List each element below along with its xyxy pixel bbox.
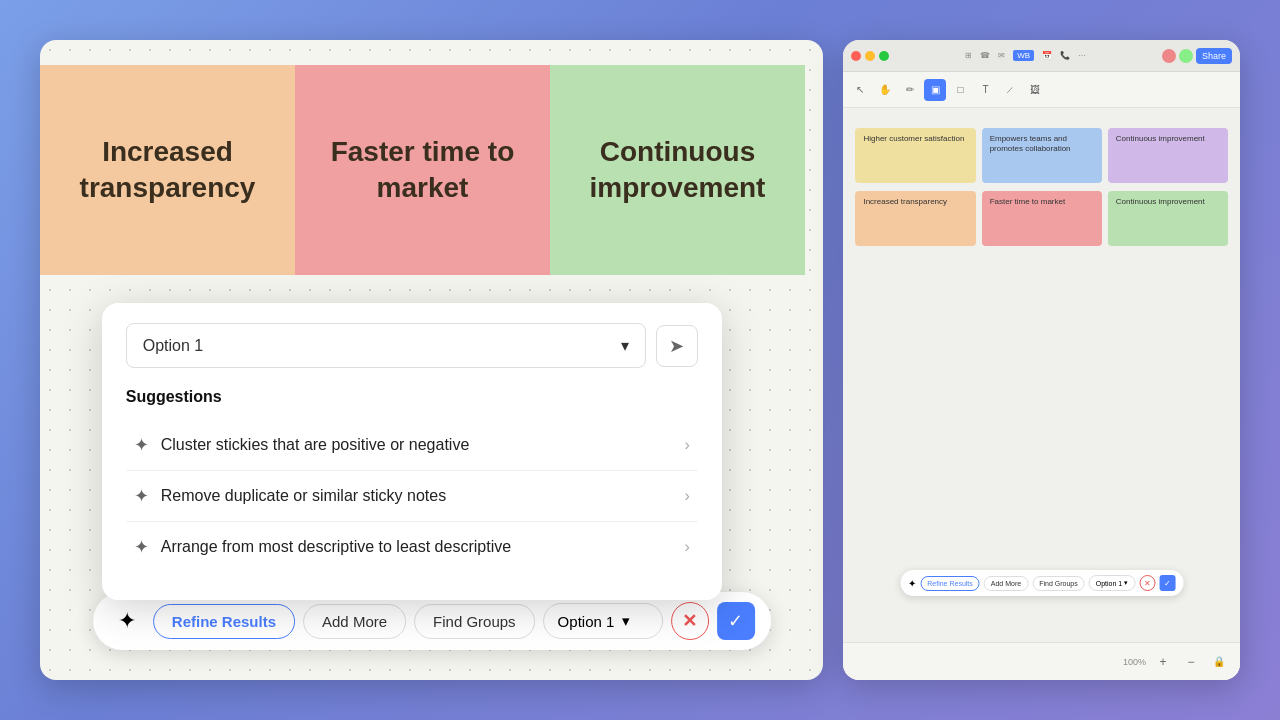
hand-tool[interactable]: ✋ <box>874 79 896 101</box>
line-tool[interactable]: ⟋ <box>999 79 1021 101</box>
mini-sticky-faster: Faster time to market <box>982 191 1102 246</box>
suggestion-item-2[interactable]: ✦ Remove duplicate or similar sticky not… <box>126 471 698 522</box>
option-toolbar-select[interactable]: Option 1 ▾ <box>543 603 663 639</box>
avatar <box>1162 49 1176 63</box>
dropdown-select-row: Option 1 ▾ ➤ <box>126 323 698 368</box>
share-button[interactable]: Share <box>1196 48 1232 64</box>
main-toolbar: ✦ Refine Results Add More Find Groups Op… <box>93 592 771 650</box>
sticky-card-improvement: Continuous improvement <box>550 65 805 275</box>
mini-chevron-icon: ▾ <box>1124 579 1128 587</box>
mini-sticky-satisfaction: Higher customer satisfaction <box>855 128 975 183</box>
cancel-button[interactable]: ✕ <box>671 602 709 640</box>
app-nav-item[interactable]: ☎ <box>980 51 990 60</box>
refine-results-button[interactable]: Refine Results <box>153 604 295 639</box>
option-select[interactable]: Option 1 ▾ <box>126 323 646 368</box>
mini-option-select[interactable]: Option 1 ▾ <box>1089 575 1135 591</box>
app-nav-item[interactable]: ✉ <box>998 51 1005 60</box>
suggestions-label: Suggestions <box>126 388 698 406</box>
sparkle-icon-2: ✦ <box>134 485 149 507</box>
app-nav-item[interactable]: 📅 <box>1042 51 1052 60</box>
whiteboard-panel: Increased transparency Faster time to ma… <box>40 40 823 680</box>
sparkle-icon-1: ✦ <box>134 434 149 456</box>
mini-refine-button[interactable]: Refine Results <box>920 576 980 591</box>
sparkle-button[interactable]: ✦ <box>109 603 145 639</box>
mini-add-more-button[interactable]: Add More <box>984 576 1028 591</box>
sticky-tool[interactable]: ▣ <box>924 79 946 101</box>
chevron-right-icon-1: › <box>684 436 689 454</box>
chevron-down-icon: ▾ <box>621 336 629 355</box>
send-icon: ➤ <box>669 335 684 357</box>
suggestion-item-3[interactable]: ✦ Arrange from most descriptive to least… <box>126 522 698 572</box>
app-bottom-toolbar: 100% + − 🔒 <box>843 642 1240 680</box>
app-nav-item[interactable]: WB <box>1013 50 1034 61</box>
image-tool[interactable]: 🖼 <box>1024 79 1046 101</box>
main-container: Increased transparency Faster time to ma… <box>40 40 1240 680</box>
find-groups-button[interactable]: Find Groups <box>414 604 535 639</box>
check-icon: ✓ <box>728 610 743 632</box>
app-canvas: Higher customer satisfaction Empowers te… <box>843 108 1240 642</box>
mini-confirm-button[interactable]: ✓ <box>1159 575 1175 591</box>
sparkle-icon-3: ✦ <box>134 536 149 558</box>
traffic-light-maximize[interactable] <box>879 51 889 61</box>
zoom-level: 100% <box>1123 657 1146 667</box>
zoom-out-icon[interactable]: − <box>1180 651 1202 673</box>
app-nav-item[interactable]: 📞 <box>1060 51 1070 60</box>
mini-sticky-continuous-1: Continuous improvement <box>1108 128 1228 183</box>
confirm-button[interactable]: ✓ <box>717 602 755 640</box>
text-tool[interactable]: T <box>974 79 996 101</box>
app-panel: ⊞ ☎ ✉ WB 📅 📞 ⋯ Share ↖ ✋ ✏ ▣ □ T ⟋ 🖼 <box>843 40 1240 680</box>
avatar <box>1179 49 1193 63</box>
lock-icon[interactable]: 🔒 <box>1208 651 1230 673</box>
chevron-right-icon-2: › <box>684 487 689 505</box>
app-nav-item[interactable]: ⊞ <box>965 51 972 60</box>
app-topbar: ⊞ ☎ ✉ WB 📅 📞 ⋯ Share <box>843 40 1240 72</box>
mini-sticky-transparency: Increased transparency <box>855 191 975 246</box>
suggestion-item-1[interactable]: ✦ Cluster stickies that are positive or … <box>126 420 698 471</box>
pen-tool[interactable]: ✏ <box>899 79 921 101</box>
mini-sticky-grid-2: Increased transparency Faster time to ma… <box>855 191 1228 246</box>
mini-sticky-grid-1: Higher customer satisfaction Empowers te… <box>855 128 1228 183</box>
traffic-light-minimize[interactable] <box>865 51 875 61</box>
shape-tool[interactable]: □ <box>949 79 971 101</box>
mini-find-groups-button[interactable]: Find Groups <box>1032 576 1085 591</box>
chevron-right-icon-3: › <box>684 538 689 556</box>
app-toolbar-row: ↖ ✋ ✏ ▣ □ T ⟋ 🖼 <box>843 72 1240 108</box>
sparkle-toolbar-icon: ✦ <box>118 608 136 634</box>
mini-sparkle-icon: ✦ <box>908 578 916 589</box>
app-nav-item[interactable]: ⋯ <box>1078 51 1086 60</box>
mini-sticky-empowers: Empowers teams and promotes collaboratio… <box>982 128 1102 183</box>
mini-toolbar-widget: ✦ Refine Results Add More Find Groups Op… <box>900 570 1183 596</box>
sticky-cards-row: Increased transparency Faster time to ma… <box>40 65 805 275</box>
sticky-card-transparency: Increased transparency <box>40 65 295 275</box>
traffic-light-close[interactable] <box>851 51 861 61</box>
add-more-button[interactable]: Add More <box>303 604 406 639</box>
send-button[interactable]: ➤ <box>656 325 698 367</box>
dropdown-panel: Option 1 ▾ ➤ Suggestions ✦ Cluster stick… <box>102 303 722 600</box>
x-icon: ✕ <box>682 610 697 632</box>
chevron-down-toolbar-icon: ▾ <box>622 612 630 630</box>
mini-sticky-continuous-2: Continuous improvement <box>1108 191 1228 246</box>
select-tool[interactable]: ↖ <box>849 79 871 101</box>
mini-cancel-button[interactable]: ✕ <box>1139 575 1155 591</box>
zoom-in-icon[interactable]: + <box>1152 651 1174 673</box>
sticky-card-faster: Faster time to market <box>295 65 550 275</box>
